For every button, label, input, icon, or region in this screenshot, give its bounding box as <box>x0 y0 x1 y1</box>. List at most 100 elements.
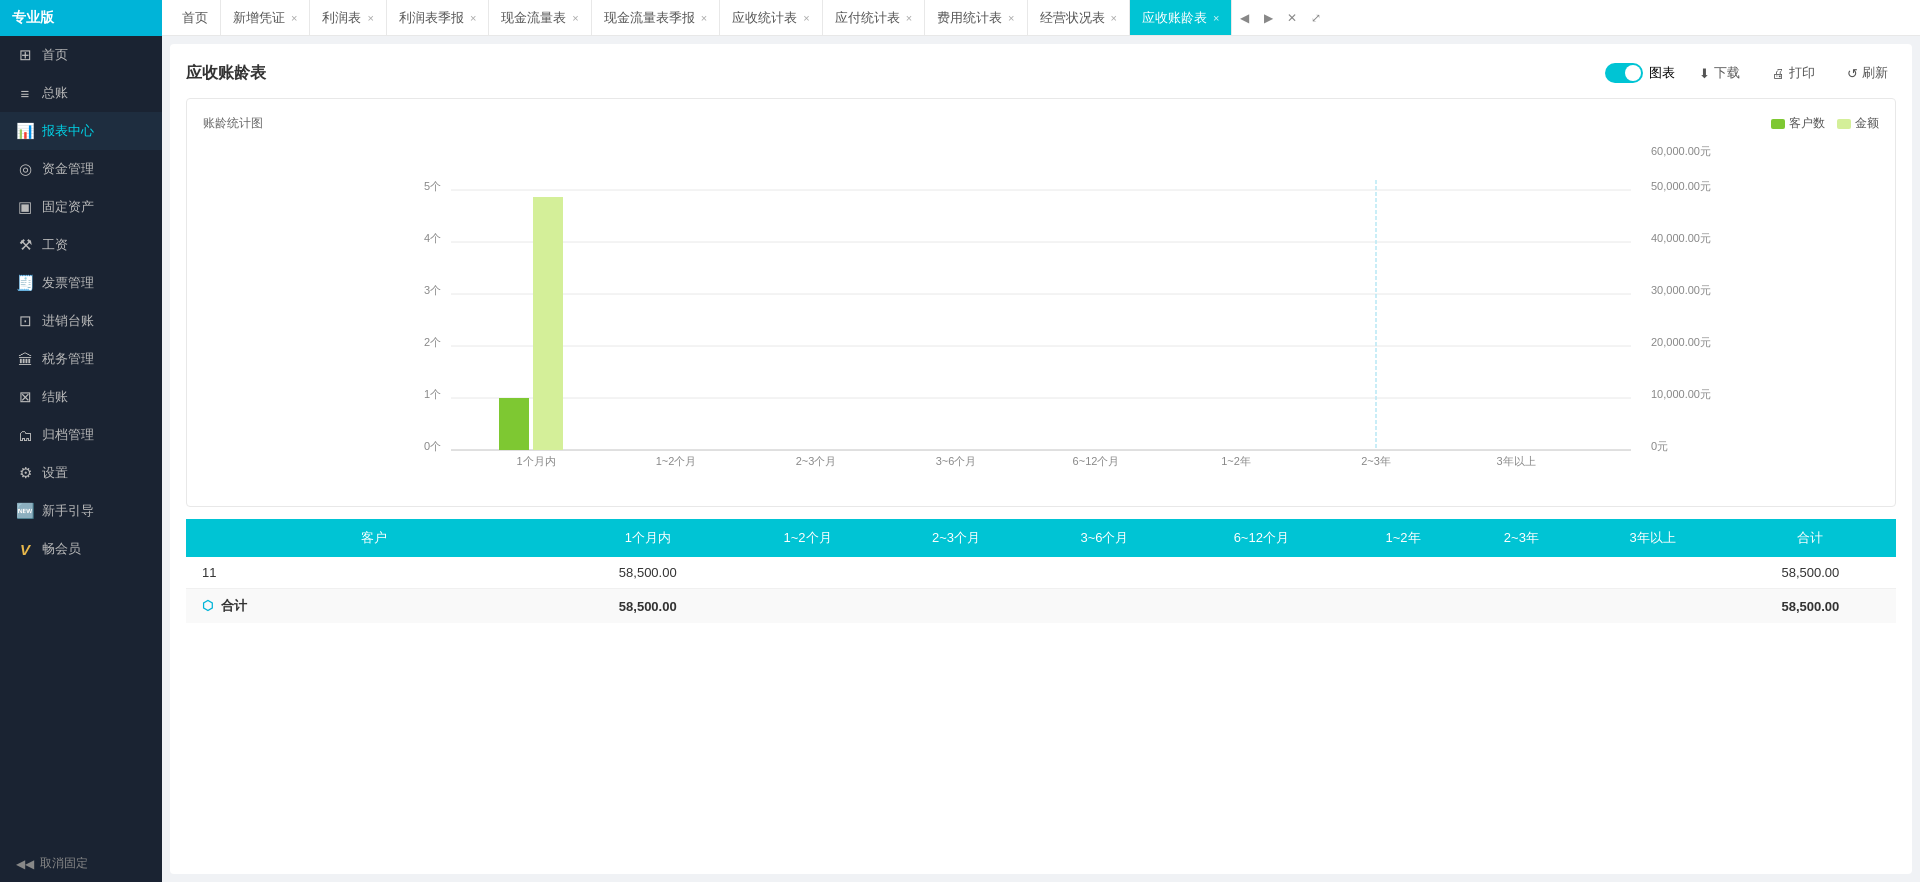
sidebar-item-home[interactable]: ⊞ 首页 <box>0 36 162 74</box>
tab-home[interactable]: 首页 <box>170 0 221 36</box>
tab-fullscreen-btn[interactable]: ⤢ <box>1304 6 1328 30</box>
sidebar-item-reports[interactable]: 📊 报表中心 <box>0 112 162 150</box>
sidebar-item-label: 总账 <box>42 84 68 102</box>
col-m4: 3~6个月 <box>1030 519 1178 557</box>
sidebar-item-stockbook[interactable]: ⊡ 进销台账 <box>0 302 162 340</box>
tab-close-profit[interactable]: × <box>367 12 373 24</box>
svg-text:4个: 4个 <box>424 232 441 244</box>
page-content: 应收账龄表 图表 ⬇ 下载 🖨 打印 ↺ 刷新 <box>170 44 1912 874</box>
data-table: 客户 1个月内 1~2个月 2~3个月 3~6个月 6~12个月 1~2年 2~… <box>186 519 1896 623</box>
svg-text:0元: 0元 <box>1651 440 1668 452</box>
footer-total: 58,500.00 <box>1725 589 1896 624</box>
tab-cashflow[interactable]: 现金流量表 × <box>489 0 591 36</box>
page-title: 应收账龄表 <box>186 63 266 84</box>
print-btn[interactable]: 🖨 打印 <box>1764 60 1823 86</box>
sidebar-item-label: 结账 <box>42 388 68 406</box>
print-icon: 🖨 <box>1772 66 1785 81</box>
svg-text:1个: 1个 <box>424 388 441 400</box>
svg-text:5个: 5个 <box>424 180 441 192</box>
tab-profit[interactable]: 利润表 × <box>310 0 386 36</box>
svg-text:1~2年: 1~2年 <box>1221 455 1251 467</box>
sidebar-item-label: 税务管理 <box>42 350 94 368</box>
col-m6: 1~2年 <box>1344 519 1462 557</box>
sidebar-item-ledger[interactable]: ≡ 总账 <box>0 74 162 112</box>
tab-prev-btn[interactable]: ◀ <box>1232 6 1256 30</box>
tab-close-business-stat[interactable]: × <box>1111 12 1117 24</box>
sidebar-item-label: 固定资产 <box>42 198 94 216</box>
svg-text:1~2个月: 1~2个月 <box>656 455 697 467</box>
home-icon: ⊞ <box>16 46 34 64</box>
footer-m6 <box>1344 589 1462 624</box>
tab-receivable-stat[interactable]: 应收统计表 × <box>720 0 822 36</box>
download-icon: ⬇ <box>1699 66 1710 81</box>
tax-icon: 🏛 <box>16 351 34 368</box>
sidebar-item-funds[interactable]: ◎ 资金管理 <box>0 150 162 188</box>
bar-amount-m1 <box>533 197 563 450</box>
sidebar-item-assets[interactable]: ▣ 固定资产 <box>0 188 162 226</box>
page-actions: 图表 ⬇ 下载 🖨 打印 ↺ 刷新 <box>1605 60 1896 86</box>
sidebar-item-label: 报表中心 <box>42 122 94 140</box>
chart-toggle[interactable] <box>1605 63 1643 83</box>
legend-customer-label: 客户数 <box>1789 115 1825 132</box>
tab-business-stat[interactable]: 经营状况表 × <box>1028 0 1130 36</box>
tab-close-payable-stat[interactable]: × <box>906 12 912 24</box>
footer-label: ⬡ 合计 <box>186 589 562 624</box>
table-row: 11 58,500.00 58,500.00 <box>186 557 1896 589</box>
svg-text:3个: 3个 <box>424 284 441 296</box>
download-btn[interactable]: ⬇ 下载 <box>1691 60 1748 86</box>
collapse-icon: ◀◀ <box>16 857 34 871</box>
col-m5: 6~12个月 <box>1179 519 1344 557</box>
sidebar-item-archive[interactable]: 🗂 归档管理 <box>0 416 162 454</box>
tab-close-cashflow[interactable]: × <box>572 12 578 24</box>
sidebar-item-guide[interactable]: 🆕 新手引导 <box>0 492 162 530</box>
refresh-icon: ↺ <box>1847 66 1858 81</box>
tab-close-receivable-stat[interactable]: × <box>803 12 809 24</box>
tab-receivable-age[interactable]: 应收账龄表 × <box>1130 0 1232 36</box>
sidebar-item-closing[interactable]: ⊠ 结账 <box>0 378 162 416</box>
tab-voucher[interactable]: 新增凭证 × <box>221 0 310 36</box>
col-m8: 3年以上 <box>1581 519 1725 557</box>
svg-text:60,000.00元: 60,000.00元 <box>1651 145 1711 157</box>
tab-cashflow-quarter[interactable]: 现金流量表季报 × <box>592 0 720 36</box>
sidebar-item-salary[interactable]: ⚒ 工资 <box>0 226 162 264</box>
sidebar-item-tax[interactable]: 🏛 税务管理 <box>0 340 162 378</box>
cell-m3 <box>882 557 1030 589</box>
footer-m8 <box>1581 589 1725 624</box>
main-content: 首页 新增凭证 × 利润表 × 利润表季报 × 现金流量表 × 现金流量表季报 … <box>162 0 1920 882</box>
svg-text:6~12个月: 6~12个月 <box>1073 455 1120 467</box>
archive-icon: 🗂 <box>16 427 34 444</box>
tab-profit-quarter[interactable]: 利润表季报 × <box>387 0 489 36</box>
sidebar-item-label: 发票管理 <box>42 274 94 292</box>
ledger-icon: ≡ <box>16 85 34 102</box>
reports-icon: 📊 <box>16 122 34 140</box>
sidebar-item-vip[interactable]: V 畅会员 <box>0 530 162 568</box>
tab-close-cashflow-quarter[interactable]: × <box>701 12 707 24</box>
chart-toggle-wrap: 图表 <box>1605 63 1675 83</box>
chart-title: 账龄统计图 <box>203 115 1879 132</box>
tab-close-profit-quarter[interactable]: × <box>470 12 476 24</box>
cell-customer: 11 <box>186 557 562 589</box>
cell-total: 58,500.00 <box>1725 557 1896 589</box>
chart-area: 账龄统计图 客户数 金额 0个 1个 2个 3个 4个 <box>186 98 1896 507</box>
tab-payable-stat[interactable]: 应付统计表 × <box>823 0 925 36</box>
chart-legend: 客户数 金额 <box>1771 115 1879 132</box>
collapse-sidebar-btn[interactable]: ◀◀ 取消固定 <box>0 845 162 882</box>
cell-m6 <box>1344 557 1462 589</box>
tab-close-expense-stat[interactable]: × <box>1008 12 1014 24</box>
tab-next-btn[interactable]: ▶ <box>1256 6 1280 30</box>
sidebar-item-settings[interactable]: ⚙ 设置 <box>0 454 162 492</box>
col-m1: 1个月内 <box>562 519 733 557</box>
sidebar-item-invoice[interactable]: 🧾 发票管理 <box>0 264 162 302</box>
tab-expense-stat[interactable]: 费用统计表 × <box>925 0 1027 36</box>
refresh-btn[interactable]: ↺ 刷新 <box>1839 60 1896 86</box>
sidebar: 专业版 ⊞ 首页 ≡ 总账 📊 报表中心 ◎ 资金管理 ▣ 固定资产 ⚒ 工资 … <box>0 0 162 882</box>
col-m7: 2~3年 <box>1462 519 1580 557</box>
svg-text:50,000.00元: 50,000.00元 <box>1651 180 1711 192</box>
sidebar-item-label: 首页 <box>42 46 68 64</box>
legend-amount-color <box>1837 119 1851 129</box>
tab-close-voucher[interactable]: × <box>291 12 297 24</box>
tab-close-all-btn[interactable]: ✕ <box>1280 6 1304 30</box>
tab-close-receivable-age[interactable]: × <box>1213 12 1219 24</box>
page-header: 应收账龄表 图表 ⬇ 下载 🖨 打印 ↺ 刷新 <box>186 60 1896 86</box>
funds-icon: ◎ <box>16 160 34 178</box>
